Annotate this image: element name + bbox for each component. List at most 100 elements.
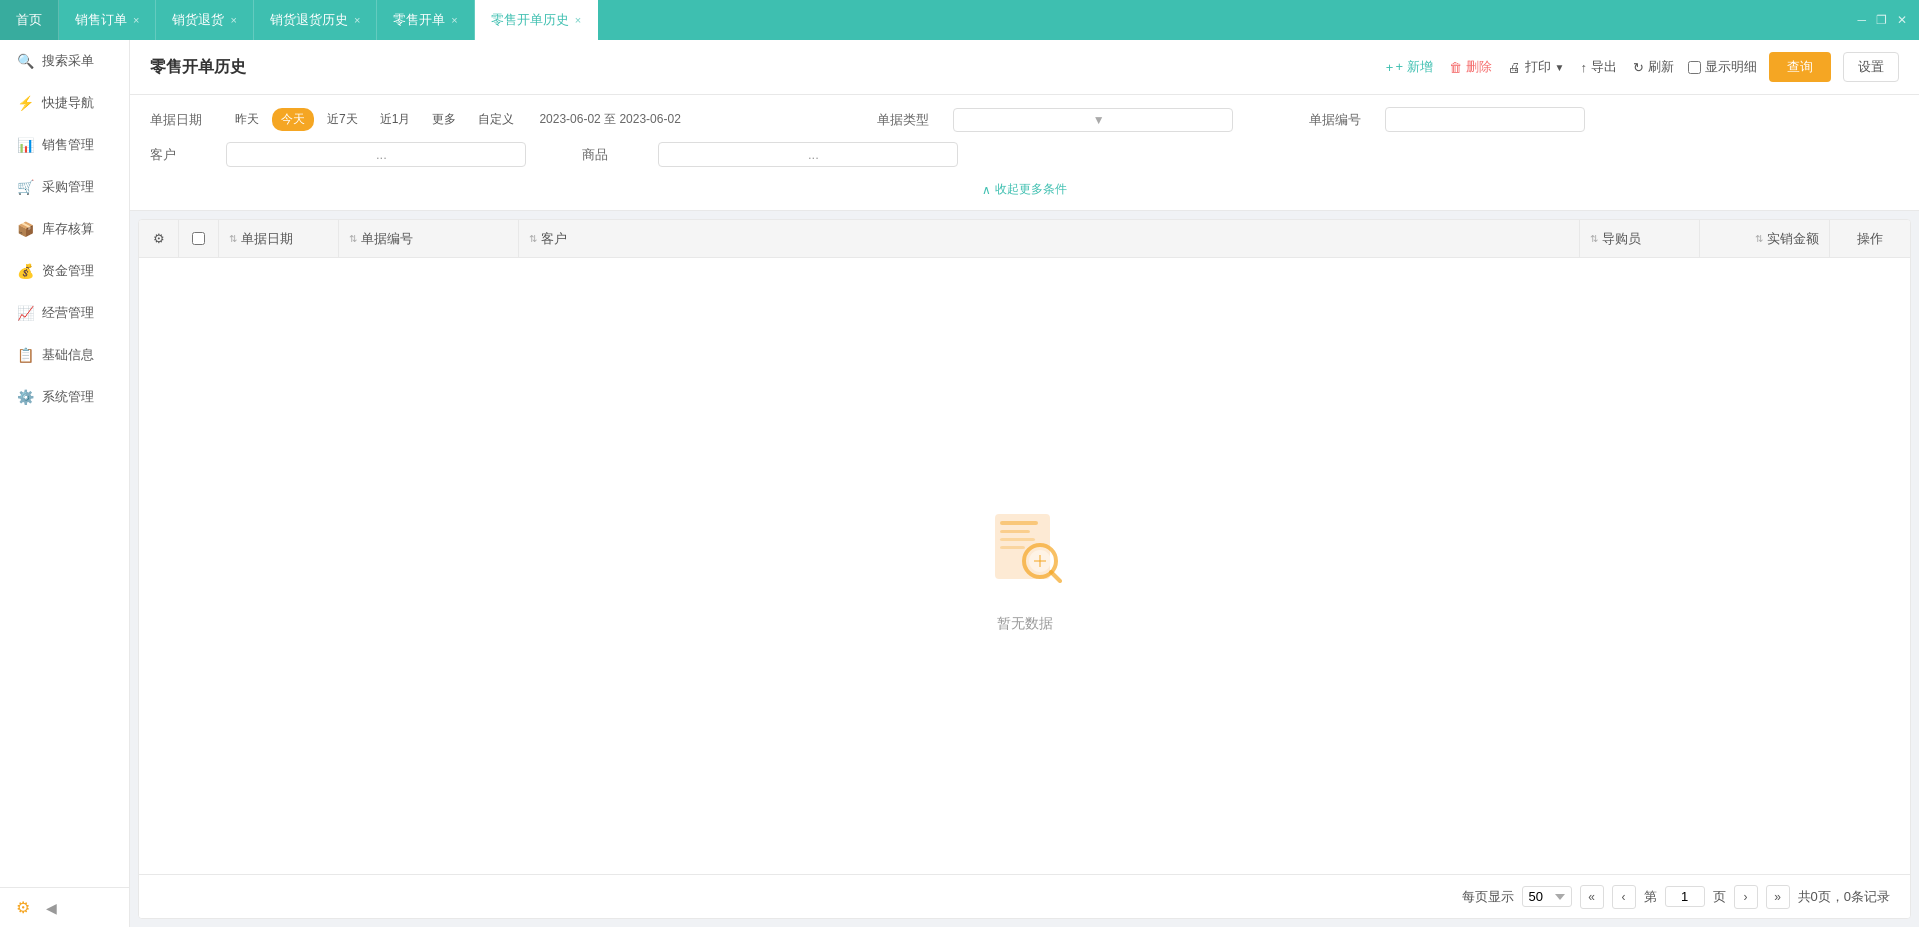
settings-button[interactable]: 设置	[1843, 52, 1899, 82]
minimize-btn[interactable]: ─	[1857, 13, 1866, 27]
product-filter-select[interactable]: ...	[658, 142, 958, 167]
restore-btn[interactable]: ❐	[1876, 13, 1887, 27]
sidebar-item-operations[interactable]: 📈 经营管理	[0, 292, 129, 334]
tab-bar: 首页 销售订单 × 销货退货 × 销货退货历史 × 零售开单 × 零售开单历史 …	[0, 0, 1919, 40]
close-btn[interactable]: ✕	[1897, 13, 1907, 27]
tab-retail-open-close[interactable]: ×	[451, 14, 457, 26]
delete-button[interactable]: 🗑 删除	[1447, 54, 1494, 80]
query-button[interactable]: 查询	[1769, 52, 1831, 82]
th-amount-label: 实销金额	[1767, 230, 1819, 248]
export-button[interactable]: ↑ 导出	[1579, 54, 1620, 80]
tab-home[interactable]: 首页	[0, 0, 59, 40]
tab-sales-return[interactable]: 销货退货 ×	[156, 0, 253, 40]
product-dots-icon[interactable]: ...	[804, 147, 949, 162]
tab-retail-history-close[interactable]: ×	[575, 14, 581, 26]
show-detail-checkbox[interactable]	[1688, 61, 1701, 74]
sidebar-item-sales[interactable]: 📊 销售管理	[0, 124, 129, 166]
th-date[interactable]: ⇅ 单据日期	[219, 220, 339, 257]
tab-retail-history[interactable]: 零售开单历史 ×	[475, 0, 598, 40]
empty-icon	[975, 499, 1075, 599]
per-page-label: 每页显示	[1462, 888, 1514, 906]
th-customer[interactable]: ⇅ 客户	[519, 220, 1580, 257]
collapse-button[interactable]: ∧ 收起更多条件	[982, 181, 1067, 198]
page-input[interactable]	[1665, 886, 1705, 907]
add-button[interactable]: + + 新增	[1384, 54, 1435, 80]
th-number[interactable]: ⇅ 单据编号	[339, 220, 519, 257]
sidebar-item-search[interactable]: 🔍 搜索采单	[0, 40, 129, 82]
tab-sales-order[interactable]: 销售订单 ×	[59, 0, 156, 40]
filter-area: 单据日期 昨天 今天 近7天 近1月 更多 自定义 2023-06-02 至 2…	[130, 95, 1919, 211]
tab-retail-open[interactable]: 零售开单 ×	[377, 0, 474, 40]
sidebar: 🔍 搜索采单 ⚡ 快捷导航 📊 销售管理 🛒 采购管理 📦 库存核算 💰 资金管…	[0, 40, 130, 927]
tab-sales-return-close[interactable]: ×	[230, 14, 236, 26]
sidebar-item-purchase[interactable]: 🛒 采购管理	[0, 166, 129, 208]
sales-icon: 📊	[16, 136, 34, 154]
date-btn-7days[interactable]: 近7天	[318, 108, 367, 131]
date-btn-custom[interactable]: 自定义	[469, 108, 523, 131]
type-filter-label: 单据类型	[877, 111, 937, 129]
th-guide[interactable]: ⇅ 导购员	[1580, 220, 1700, 257]
sidebar-item-basic-info[interactable]: 📋 基础信息	[0, 334, 129, 376]
date-btn-1month[interactable]: 近1月	[371, 108, 420, 131]
sidebar-item-system[interactable]: ⚙️ 系统管理	[0, 376, 129, 418]
number-filter-input[interactable]	[1385, 107, 1585, 132]
last-page-button[interactable]: »	[1766, 885, 1790, 909]
th-number-label: 单据编号	[361, 230, 413, 248]
sidebar-item-finance[interactable]: 💰 资金管理	[0, 250, 129, 292]
tab-sales-order-close[interactable]: ×	[133, 14, 139, 26]
customer-filter-select[interactable]: ...	[226, 142, 526, 167]
tab-home-label: 首页	[16, 11, 42, 29]
sidebar-item-sales-label: 销售管理	[42, 136, 94, 154]
th-date-label: 单据日期	[241, 230, 293, 248]
svg-rect-3	[1000, 538, 1035, 541]
sidebar-item-quick-nav[interactable]: ⚡ 快捷导航	[0, 82, 129, 124]
tab-sales-return-history-close[interactable]: ×	[354, 14, 360, 26]
date-btn-today[interactable]: 今天	[272, 108, 314, 131]
first-page-button[interactable]: «	[1580, 885, 1604, 909]
last-page-icon: »	[1774, 890, 1781, 904]
th-settings[interactable]: ⚙	[139, 220, 179, 257]
page-suffix: 页	[1713, 888, 1726, 906]
window-controls: ─ ❐ ✕	[1857, 13, 1919, 27]
refresh-button[interactable]: ↻ 刷新	[1631, 54, 1676, 80]
tab-sales-return-label: 销货退货	[172, 11, 224, 29]
filter-row-date: 单据日期 昨天 今天 近7天 近1月 更多 自定义 2023-06-02 至 2…	[150, 107, 1899, 132]
per-page-select[interactable]: 10 20 50 100	[1522, 886, 1572, 907]
sidebar-item-purchase-label: 采购管理	[42, 178, 94, 196]
date-btn-yesterday[interactable]: 昨天	[226, 108, 268, 131]
next-page-button[interactable]: ›	[1734, 885, 1758, 909]
collapse-row: ∧ 收起更多条件	[150, 177, 1899, 198]
tab-sales-order-label: 销售订单	[75, 11, 127, 29]
sidebar-settings-icon[interactable]: ⚙	[16, 898, 30, 917]
th-guide-sort-icon: ⇅	[1590, 233, 1598, 244]
prev-page-button[interactable]: ‹	[1612, 885, 1636, 909]
sidebar-collapse-icon[interactable]: ◀	[46, 900, 57, 916]
show-detail-checkbox-wrapper[interactable]: 显示明细	[1688, 58, 1757, 76]
th-customer-label: 客户	[541, 230, 567, 248]
tab-sales-return-history[interactable]: 销货退货历史 ×	[254, 0, 377, 40]
prev-page-icon: ‹	[1622, 890, 1626, 904]
svg-rect-1	[1000, 521, 1038, 525]
system-icon: ⚙️	[16, 388, 34, 406]
collapse-icon: ∧	[982, 183, 991, 197]
add-label: + 新增	[1395, 58, 1432, 76]
customer-dots-icon[interactable]: ...	[372, 147, 517, 162]
sidebar-item-operations-label: 经营管理	[42, 304, 94, 322]
type-filter-arrow-icon: ▼	[1093, 113, 1224, 127]
sidebar-item-stock[interactable]: 📦 库存核算	[0, 208, 129, 250]
date-btn-more[interactable]: 更多	[423, 108, 465, 131]
print-button[interactable]: 🖨 打印 ▼	[1506, 54, 1567, 80]
table-area: ⚙ ⇅ 单据日期 ⇅ 单据编号 ⇅ 客户 ⇅	[138, 219, 1911, 919]
th-customer-sort-icon: ⇅	[529, 233, 537, 244]
operations-icon: 📈	[16, 304, 34, 322]
select-all-checkbox[interactable]	[192, 232, 205, 245]
th-checkbox[interactable]	[179, 220, 219, 257]
sidebar-item-search-label: 搜索采单	[42, 52, 94, 70]
collapse-label: 收起更多条件	[995, 181, 1067, 198]
sidebar-item-stock-label: 库存核算	[42, 220, 94, 238]
th-amount[interactable]: ⇅ 实销金额	[1700, 220, 1830, 257]
type-filter-select[interactable]: ▼	[953, 108, 1233, 132]
date-filter-label: 单据日期	[150, 111, 210, 129]
tab-retail-history-label: 零售开单历史	[491, 11, 569, 29]
th-guide-label: 导购员	[1602, 230, 1641, 248]
